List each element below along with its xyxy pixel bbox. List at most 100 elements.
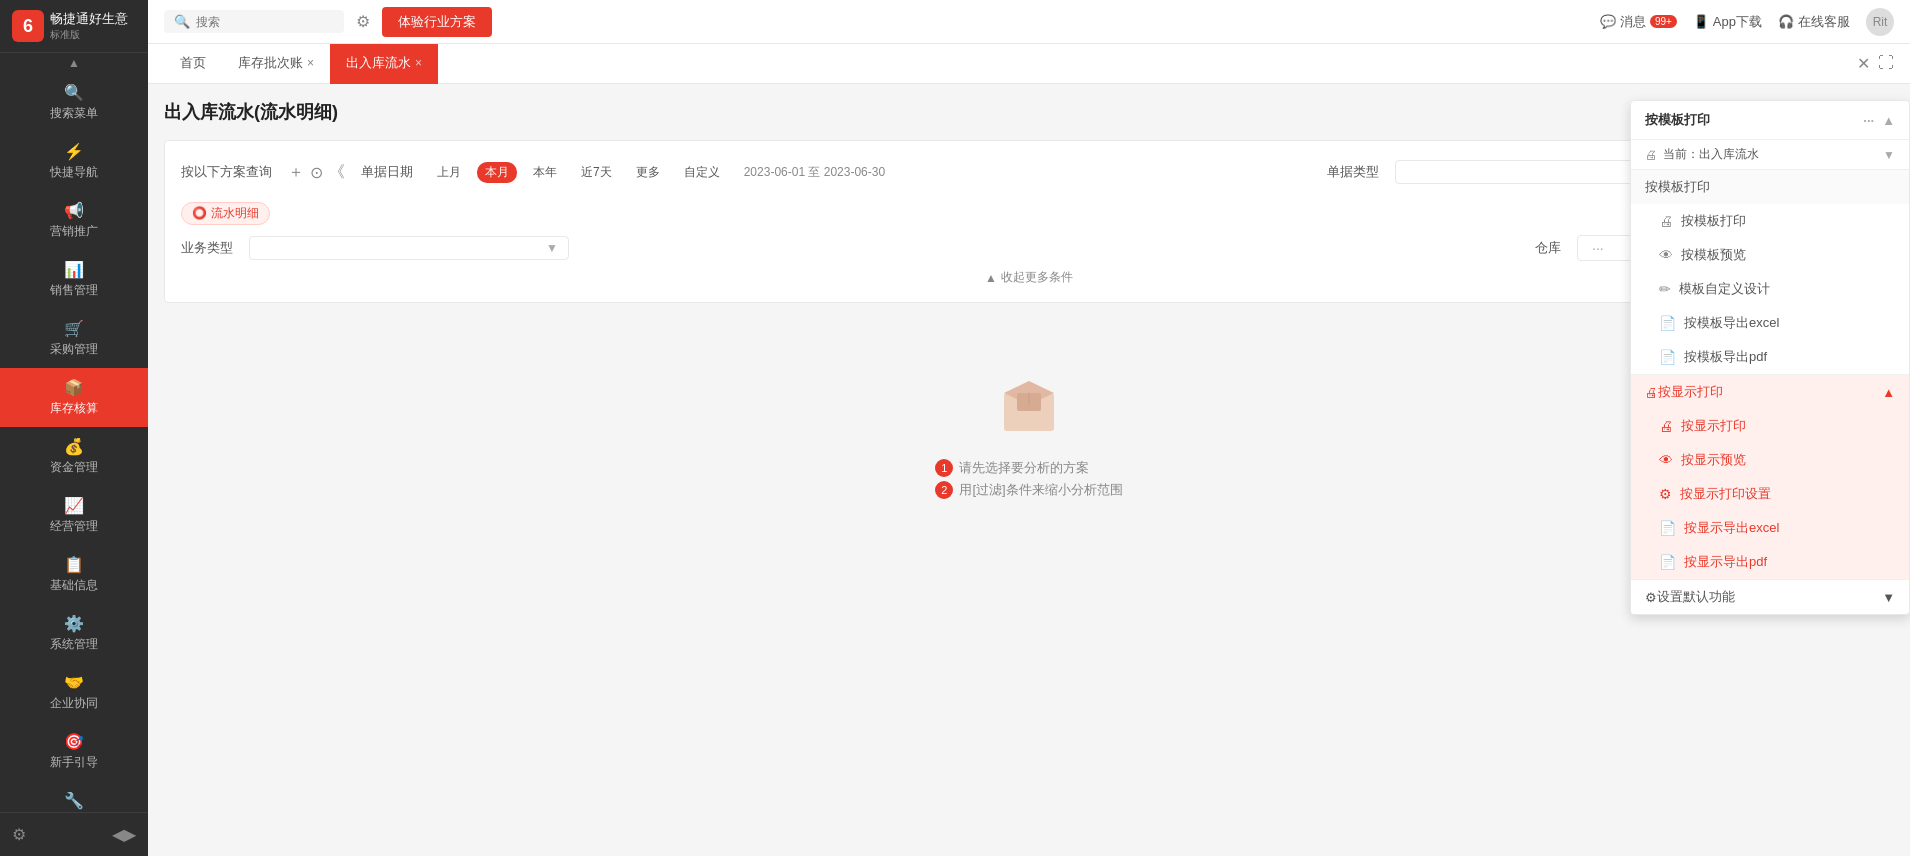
collapse-up-icon: ▲ (985, 271, 997, 285)
sidebar-item-sales[interactable]: 📊 销售管理 (0, 250, 148, 309)
inventory-nav-icon: 📦 (64, 378, 84, 397)
tab-flow-close[interactable]: × (415, 56, 422, 70)
sidebar-item-cooperation[interactable]: 🤝 企业协同 (0, 663, 148, 722)
tab-batch-account-close[interactable]: × (307, 56, 314, 70)
dropdown-collapse-icon[interactable]: ▲ (1882, 113, 1895, 128)
customer-service-btn[interactable]: 🎧 在线客服 (1778, 13, 1850, 31)
search-icon: 🔍 (174, 14, 190, 29)
sidebar-item-label: 企业协同 (50, 695, 98, 712)
marketing-nav-icon: 📢 (64, 201, 84, 220)
tab-batch-account-label: 库存批次账 (238, 54, 303, 72)
display-print-settings-btn[interactable]: ⚙ 按显示打印设置 (1631, 477, 1909, 511)
display-print-section-header: 🖨 按显示打印 ▲ (1631, 375, 1909, 409)
sidebar-collapse-btn[interactable]: ◀▶ (112, 825, 136, 844)
filter-row2: 业务类型 ▼ 仓库 ··· (181, 235, 1877, 261)
trial-btn[interactable]: 体验行业方案 (382, 7, 492, 37)
collapse-label: 收起更多条件 (1001, 269, 1073, 286)
message-btn[interactable]: 💬 消息 99+ (1600, 13, 1677, 31)
template-preview-btn[interactable]: 👁 按模板预览 (1631, 238, 1909, 272)
sidebar-item-search[interactable]: 🔍 搜索菜单 (0, 73, 148, 132)
search-input[interactable] (196, 15, 316, 29)
template-export-excel-btn[interactable]: 📄 按模板导出excel (1631, 306, 1909, 340)
date-btn-this-month[interactable]: 本月 (477, 162, 517, 183)
date-btn-more[interactable]: 更多 (628, 162, 668, 183)
flow-filter-tag[interactable]: ⭕ 流水明细 (181, 202, 270, 225)
template-print-section: 按模板打印 🖨 按模板打印 👁 按模板预览 ✏ 模板自定义设计 📄 按模板导出e… (1631, 170, 1909, 375)
sidebar-settings-btn[interactable]: ⚙ (12, 825, 26, 844)
date-btn-custom[interactable]: 自定义 (676, 162, 728, 183)
display-print-icon: 🖨 (1659, 418, 1673, 434)
empty-tips: 1 请先选择要分析的方案 2 用[过滤]条件来缩小分析范围 (935, 455, 1122, 503)
template-export-pdf-btn[interactable]: 📄 按模板导出pdf (1631, 340, 1909, 374)
dropdown-title: 按模板打印 (1645, 111, 1710, 129)
tab-close-icon[interactable]: ✕ (1857, 54, 1870, 73)
sidebar-item-inventory[interactable]: 📦 库存核算 (0, 368, 148, 427)
sidebar-item-label: 采购管理 (50, 341, 98, 358)
sidebar-item-label: 搜索菜单 (50, 105, 98, 122)
template-custom-btn[interactable]: ✏ 模板自定义设计 (1631, 272, 1909, 306)
date-btn-last-month[interactable]: 上月 (429, 162, 469, 183)
cooperation-nav-icon: 🤝 (64, 673, 84, 692)
topbar: 🔍 ⚙ 体验行业方案 💬 消息 99+ 📱 App下载 🎧 在线客服 Rit (148, 0, 1910, 44)
filter-tag-icon: ⭕ (192, 206, 207, 220)
current-indicator-icon: 🖨 (1645, 148, 1657, 162)
date-btn-this-year[interactable]: 本年 (525, 162, 565, 183)
tab-home[interactable]: 首页 (164, 44, 222, 84)
filter-collapse-left-btn[interactable]: 《 (329, 162, 345, 183)
display-preview-btn[interactable]: 👁 按显示预览 (1631, 443, 1909, 477)
display-settings-icon: ⚙ (1659, 486, 1672, 502)
warehouse-more-icon[interactable]: ··· (1592, 240, 1604, 256)
search-box[interactable]: 🔍 (164, 10, 344, 33)
sidebar-item-shortcut[interactable]: ⚡ 快捷导航 (0, 132, 148, 191)
sidebar-item-system[interactable]: ⚙️ 系统管理 (0, 604, 148, 663)
date-range: 2023-06-01 至 2023-06-30 (744, 164, 885, 181)
sidebar-item-basic[interactable]: 📋 基础信息 (0, 545, 148, 604)
dropdown-footer[interactable]: ⚙ 设置默认功能 ▼ (1631, 580, 1909, 614)
filter-add-btn[interactable]: ＋ (288, 162, 304, 183)
display-section-arrow[interactable]: ▲ (1882, 385, 1895, 400)
display-export-excel-label: 按显示导出excel (1684, 519, 1779, 537)
tip-num-1: 1 (935, 459, 953, 477)
dropdown-current: 🖨 当前：出入库流水 ▼ (1631, 140, 1909, 170)
filter-settings-btn[interactable]: ⊙ (310, 163, 323, 182)
user-avatar[interactable]: Rit (1866, 8, 1894, 36)
business-type-select[interactable]: ▼ (249, 236, 569, 260)
voucher-type-label: 单据类型 (1327, 163, 1379, 181)
message-icon: 💬 (1600, 14, 1616, 29)
date-btn-7days[interactable]: 近7天 (573, 162, 620, 183)
tab-batch-account[interactable]: 库存批次账 × (222, 44, 330, 84)
collapse-btn[interactable]: ▲ 收起更多条件 (985, 269, 1073, 286)
tab-bar: 首页 库存批次账 × 出入库流水 × ✕ ⛶ (148, 44, 1910, 84)
sidebar-item-apps[interactable]: 🔧 应用中心 (0, 781, 148, 812)
sidebar-item-operations[interactable]: 📈 经营管理 (0, 486, 148, 545)
sidebar-item-marketing[interactable]: 📢 营销推广 (0, 191, 148, 250)
display-print-btn[interactable]: 🖨 按显示打印 (1631, 409, 1909, 443)
dropdown-more-icon[interactable]: ··· (1863, 113, 1874, 128)
sidebar-scroll-up[interactable]: ▲ (0, 53, 148, 73)
display-section-label: 按显示打印 (1658, 383, 1723, 401)
settings-gear-icon[interactable]: ⚙ (356, 12, 370, 31)
display-export-pdf-label: 按显示导出pdf (1684, 553, 1767, 571)
display-export-pdf-btn[interactable]: 📄 按显示导出pdf (1631, 545, 1909, 579)
headset-icon: 🎧 (1778, 14, 1794, 29)
tab-expand-icon[interactable]: ⛶ (1878, 54, 1894, 73)
sidebar-item-guide[interactable]: 🎯 新手引导 (0, 722, 148, 781)
message-badge: 99+ (1650, 15, 1677, 28)
sidebar: 6 畅捷通好生意 标准版 ▲ 🔍 搜索菜单 ⚡ 快捷导航 📢 营销推广 📊 销售… (0, 0, 148, 856)
display-export-excel-btn[interactable]: 📄 按显示导出excel (1631, 511, 1909, 545)
shortcut-nav-icon: ⚡ (64, 142, 84, 161)
app-download-btn[interactable]: 📱 App下载 (1693, 13, 1762, 31)
filter-actions: ＋ ⊙ 《 (288, 162, 345, 183)
current-arrow-icon[interactable]: ▼ (1883, 148, 1895, 162)
template-pdf-icon: 📄 (1659, 349, 1676, 365)
sidebar-item-purchase[interactable]: 🛒 采购管理 (0, 309, 148, 368)
system-nav-icon: ⚙️ (64, 614, 84, 633)
sidebar-item-finance[interactable]: 💰 资金管理 (0, 427, 148, 486)
sidebar-item-label: 系统管理 (50, 636, 98, 653)
guide-nav-icon: 🎯 (64, 732, 84, 751)
template-print-btn[interactable]: 🖨 按模板打印 (1631, 204, 1909, 238)
display-excel-icon: 📄 (1659, 520, 1676, 536)
filter-row-top: 按以下方案查询 ＋ ⊙ 《 单据日期 上月 本月 本年 近7天 更多 自定义 2… (181, 157, 1877, 187)
tab-flow[interactable]: 出入库流水 × (330, 44, 438, 84)
template-print-label: 按模板打印 (1681, 212, 1746, 230)
